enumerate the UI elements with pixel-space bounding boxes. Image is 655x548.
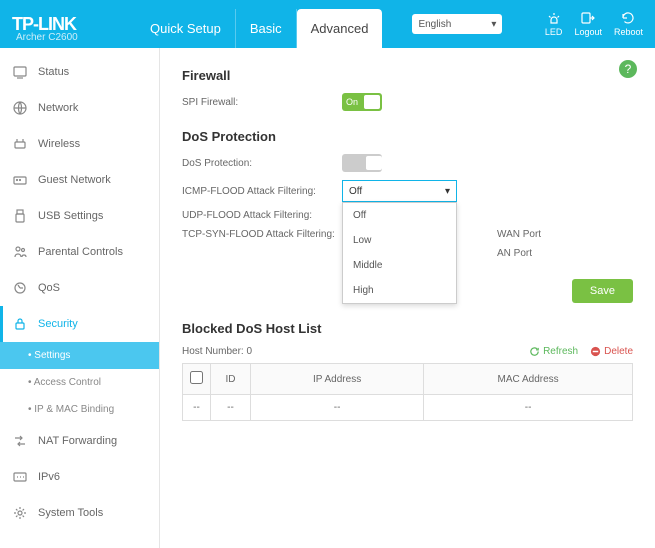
sidebar-item-qos[interactable]: QoS	[0, 270, 159, 306]
tcp-syn-flood-label: TCP-SYN-FLOOD Attack Filtering:	[182, 229, 342, 240]
icmp-flood-dropdown: OffLowMiddleHigh	[342, 202, 457, 304]
sidebar-item-ipv6[interactable]: IPv6	[0, 459, 159, 495]
logout-button[interactable]: Logout	[574, 11, 602, 37]
language-value: English	[418, 19, 451, 30]
sidebar-item-status[interactable]: Status	[0, 54, 159, 90]
dropdown-option[interactable]: High	[343, 278, 456, 303]
table-row: -- -- -- --	[183, 395, 633, 421]
sidebar-item-network[interactable]: Network	[0, 90, 159, 126]
dos-protection-toggle[interactable]: Off	[342, 154, 382, 172]
sidebar: Status Network Wireless Guest Network US…	[0, 48, 160, 548]
led-button[interactable]: LED	[545, 11, 563, 37]
spi-firewall-label: SPI Firewall:	[182, 97, 342, 108]
sidebar-item-parental[interactable]: Parental Controls	[0, 234, 159, 270]
language-select[interactable]: English ▾	[412, 14, 502, 34]
dos-protection-label: DoS Protection:	[182, 158, 342, 169]
sidebar-item-wireless[interactable]: Wireless	[0, 126, 159, 162]
dropdown-option[interactable]: Off	[343, 203, 456, 228]
sidebar-item-usb[interactable]: USB Settings	[0, 198, 159, 234]
dropdown-option[interactable]: Middle	[343, 253, 456, 278]
tab-advanced[interactable]: Advanced	[297, 9, 383, 48]
icmp-flood-label: ICMP-FLOOD Attack Filtering:	[182, 186, 342, 197]
col-id: ID	[211, 364, 251, 395]
wan-port-text-1: WAN Port	[497, 229, 541, 240]
blocked-host-table: ID IP Address MAC Address -- -- -- --	[182, 363, 633, 421]
sidebar-item-nat[interactable]: NAT Forwarding	[0, 423, 159, 459]
tab-basic[interactable]: Basic	[236, 9, 297, 48]
sidebar-sub-access[interactable]: Access Control	[0, 369, 159, 396]
chevron-down-icon: ▾	[445, 186, 450, 197]
col-ip: IP Address	[251, 364, 424, 395]
wan-port-text-2: AN Port	[497, 248, 532, 259]
help-icon[interactable]: ?	[619, 60, 637, 78]
icmp-flood-select[interactable]: Off▾	[342, 180, 457, 202]
dos-title: DoS Protection	[182, 129, 633, 144]
spi-firewall-toggle[interactable]: On	[342, 93, 382, 111]
chevron-down-icon: ▾	[491, 19, 496, 30]
blocked-list-title: Blocked DoS Host List	[182, 321, 633, 336]
delete-button[interactable]: Delete	[590, 346, 633, 357]
save-button[interactable]: Save	[572, 279, 633, 303]
select-all-checkbox[interactable]	[190, 371, 203, 384]
sidebar-sub-settings[interactable]: Settings	[0, 342, 159, 369]
udp-flood-label: UDP-FLOOD Attack Filtering:	[182, 210, 342, 221]
sidebar-item-security[interactable]: Security	[0, 306, 159, 342]
firewall-title: Firewall	[182, 68, 633, 83]
sidebar-sub-ipmac[interactable]: IP & MAC Binding	[0, 396, 159, 423]
col-mac: MAC Address	[424, 364, 633, 395]
sidebar-item-guest[interactable]: Guest Network	[0, 162, 159, 198]
host-number-value: 0	[246, 346, 252, 357]
reboot-button[interactable]: Reboot	[614, 11, 643, 37]
dropdown-option[interactable]: Low	[343, 228, 456, 253]
refresh-button[interactable]: Refresh	[529, 346, 578, 357]
sidebar-item-system[interactable]: System Tools	[0, 495, 159, 531]
tab-quick-setup[interactable]: Quick Setup	[136, 9, 236, 48]
model-label: Archer C2600	[16, 32, 78, 43]
host-number-label: Host Number:	[182, 346, 244, 357]
